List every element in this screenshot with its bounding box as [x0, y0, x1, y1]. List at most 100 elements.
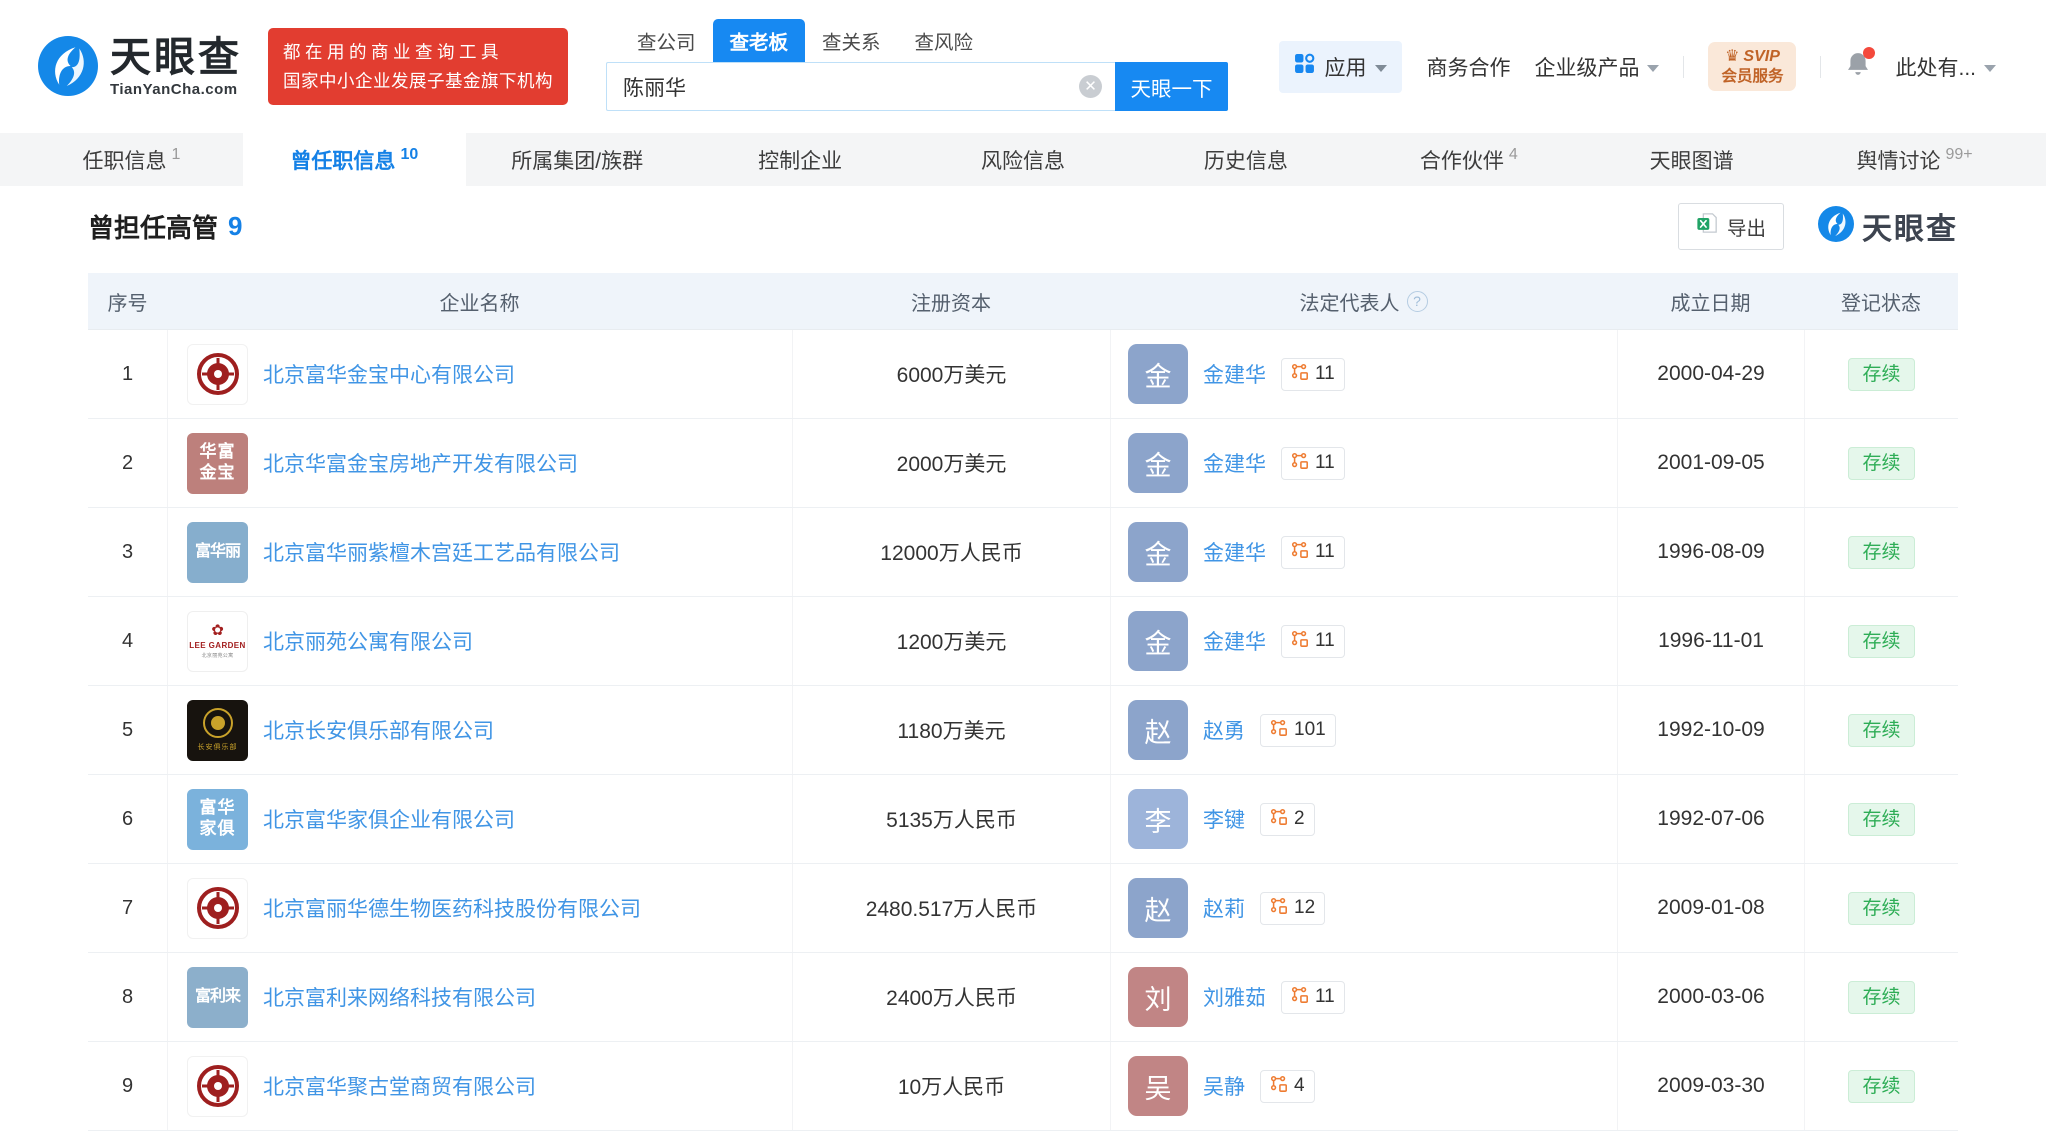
- column-header: 法定代表人?: [1110, 287, 1617, 316]
- legal-rep-link[interactable]: 金建华: [1203, 537, 1266, 567]
- company-link[interactable]: 北京丽苑公寓有限公司: [263, 626, 473, 656]
- nav-tab[interactable]: 合作伙伴4: [1357, 133, 1580, 186]
- legal-rep-link[interactable]: 刘雅茹: [1203, 982, 1266, 1012]
- relation-count-badge[interactable]: 12: [1260, 892, 1325, 925]
- legal-rep-avatar: 赵: [1128, 700, 1188, 760]
- nav-tab[interactable]: 风险信息: [912, 133, 1135, 186]
- relation-count-badge[interactable]: 101: [1260, 714, 1336, 747]
- company-link[interactable]: 北京富华聚古堂商贸有限公司: [263, 1071, 536, 1101]
- company-logo: 长安俱乐部: [187, 700, 248, 761]
- section-header: 曾担任高管 9 导出 天眼查: [88, 202, 1958, 250]
- company-logo: [187, 1056, 248, 1117]
- company-link[interactable]: 北京长安俱乐部有限公司: [263, 715, 494, 745]
- company-logo: ✿LEE GARDEN北京丽苑公寓: [187, 611, 248, 672]
- search-tab[interactable]: 查老板: [713, 19, 806, 62]
- clear-search-icon[interactable]: ✕: [1079, 75, 1102, 98]
- establish-date: 1992-10-09: [1617, 686, 1804, 774]
- relation-count-badge[interactable]: 11: [1281, 625, 1345, 658]
- row-index: 4: [88, 597, 167, 685]
- export-label: 导出: [1727, 212, 1766, 241]
- company-link[interactable]: 北京华富金宝房地产开发有限公司: [263, 448, 578, 478]
- table-row: 2 华富金宝 北京华富金宝房地产开发有限公司 2000万美元 金 金建华: [88, 419, 1958, 508]
- company-link[interactable]: 北京富丽华德生物医药科技股份有限公司: [263, 893, 641, 923]
- row-index: 7: [88, 864, 167, 952]
- relation-count-badge[interactable]: 4: [1260, 1070, 1315, 1103]
- search-button[interactable]: 天眼一下: [1115, 62, 1228, 111]
- establish-date: 1992-07-06: [1617, 775, 1804, 863]
- legal-rep-link[interactable]: 赵莉: [1203, 893, 1245, 923]
- legal-rep-avatar: 金: [1128, 433, 1188, 493]
- legal-rep-link[interactable]: 金建华: [1203, 448, 1266, 478]
- relation-count-badge[interactable]: 11: [1281, 536, 1345, 569]
- tianyancha-logo-icon: [1818, 206, 1854, 247]
- relation-graph-icon: [1270, 1075, 1288, 1098]
- apps-grid-icon: [1294, 53, 1315, 80]
- divider: [1683, 56, 1684, 78]
- column-header: 成立日期: [1617, 287, 1804, 316]
- establish-date: 2000-04-29: [1617, 330, 1804, 418]
- relation-count-badge[interactable]: 11: [1281, 447, 1345, 480]
- watermark-label: 天眼查: [1862, 204, 1958, 248]
- brand-logo[interactable]: 天眼查 TianYanCha.com: [38, 36, 242, 98]
- nav-tab[interactable]: 舆情讨论99+: [1803, 133, 2026, 186]
- help-icon[interactable]: ?: [1407, 291, 1428, 312]
- export-button[interactable]: 导出: [1678, 203, 1784, 250]
- svip-label: SVIP: [1743, 47, 1779, 67]
- search-tab[interactable]: 查关系: [805, 19, 898, 62]
- column-header: 注册资本: [792, 287, 1110, 316]
- legal-rep-link[interactable]: 赵勇: [1203, 715, 1245, 745]
- table-row: 8 富利来 北京富利来网络科技有限公司 2400万人民币 刘 刘雅茹 11: [88, 953, 1958, 1042]
- search-tab[interactable]: 查风险: [898, 19, 991, 62]
- company-link[interactable]: 北京富利来网络科技有限公司: [263, 982, 536, 1012]
- nav-tab[interactable]: 任职信息1: [20, 133, 243, 186]
- relation-graph-icon: [1291, 986, 1309, 1009]
- excel-icon: [1696, 212, 1718, 240]
- column-header: 序号: [88, 287, 167, 316]
- establish-date: 2001-09-05: [1617, 419, 1804, 507]
- nav-tab[interactable]: 控制企业: [689, 133, 912, 186]
- notification-bell-icon[interactable]: [1845, 51, 1871, 83]
- relation-count-badge[interactable]: 2: [1260, 803, 1315, 836]
- nav-tab[interactable]: 曾任职信息10: [243, 133, 466, 186]
- relation-graph-icon: [1270, 897, 1288, 920]
- company-link[interactable]: 北京富华丽紫檀木宫廷工艺品有限公司: [263, 537, 620, 567]
- registered-capital: 6000万美元: [792, 330, 1110, 418]
- table-row: 1 北京富华金宝中心有限公司 6000万美元 金 金建华 11: [88, 330, 1958, 419]
- relation-graph-icon: [1270, 808, 1288, 831]
- notification-dot: [1863, 47, 1875, 59]
- tianyancha-logo-icon: [38, 36, 98, 96]
- relation-count: 11: [1315, 363, 1335, 385]
- apps-menu[interactable]: 应用: [1279, 41, 1402, 93]
- enterprise-label: 企业级产品: [1534, 52, 1639, 82]
- nav-tab[interactable]: 历史信息: [1134, 133, 1357, 186]
- menu-enterprise-products[interactable]: 企业级产品: [1534, 52, 1659, 82]
- company-link[interactable]: 北京富华家俱企业有限公司: [263, 804, 515, 834]
- svip-member-badge[interactable]: ♛SVIP 会员服务: [1708, 42, 1796, 91]
- column-header: 企业名称: [167, 287, 792, 316]
- relation-count-badge[interactable]: 11: [1281, 358, 1345, 391]
- brand-domain: TianYanCha.com: [110, 82, 242, 98]
- former-executive-table: 序号企业名称注册资本法定代表人?成立日期登记状态 1 北京富华金宝中心有限公司 …: [88, 273, 1958, 1131]
- legal-rep-avatar: 金: [1128, 344, 1188, 404]
- status-badge: 存续: [1848, 1070, 1914, 1103]
- company-link[interactable]: 北京富华金宝中心有限公司: [263, 359, 515, 389]
- menu-business-cooperation[interactable]: 商务合作: [1426, 52, 1510, 82]
- relation-count-badge[interactable]: 11: [1281, 981, 1345, 1014]
- row-index: 2: [88, 419, 167, 507]
- nav-tab[interactable]: 天眼图谱: [1580, 133, 1803, 186]
- nav-tab[interactable]: 所属集团/族群: [466, 133, 689, 186]
- legal-rep-link[interactable]: 金建华: [1203, 359, 1266, 389]
- search-input[interactable]: [607, 63, 1115, 110]
- legal-rep-link[interactable]: 李键: [1203, 804, 1245, 834]
- relation-count: 11: [1315, 630, 1335, 652]
- relation-count: 11: [1315, 452, 1335, 474]
- top-header: 天眼查 TianYanCha.com 都在用的商业查询工具 国家中小企业发展子基…: [0, 0, 2046, 133]
- search-tab[interactable]: 查公司: [620, 19, 713, 62]
- legal-rep-avatar: 赵: [1128, 878, 1188, 938]
- user-menu[interactable]: 此处有...: [1895, 52, 1996, 82]
- status-badge: 存续: [1848, 981, 1914, 1014]
- legal-rep-link[interactable]: 金建华: [1203, 626, 1266, 656]
- legal-rep-link[interactable]: 吴静: [1203, 1071, 1245, 1101]
- relation-graph-icon: [1291, 363, 1309, 386]
- status-badge: 存续: [1848, 625, 1914, 658]
